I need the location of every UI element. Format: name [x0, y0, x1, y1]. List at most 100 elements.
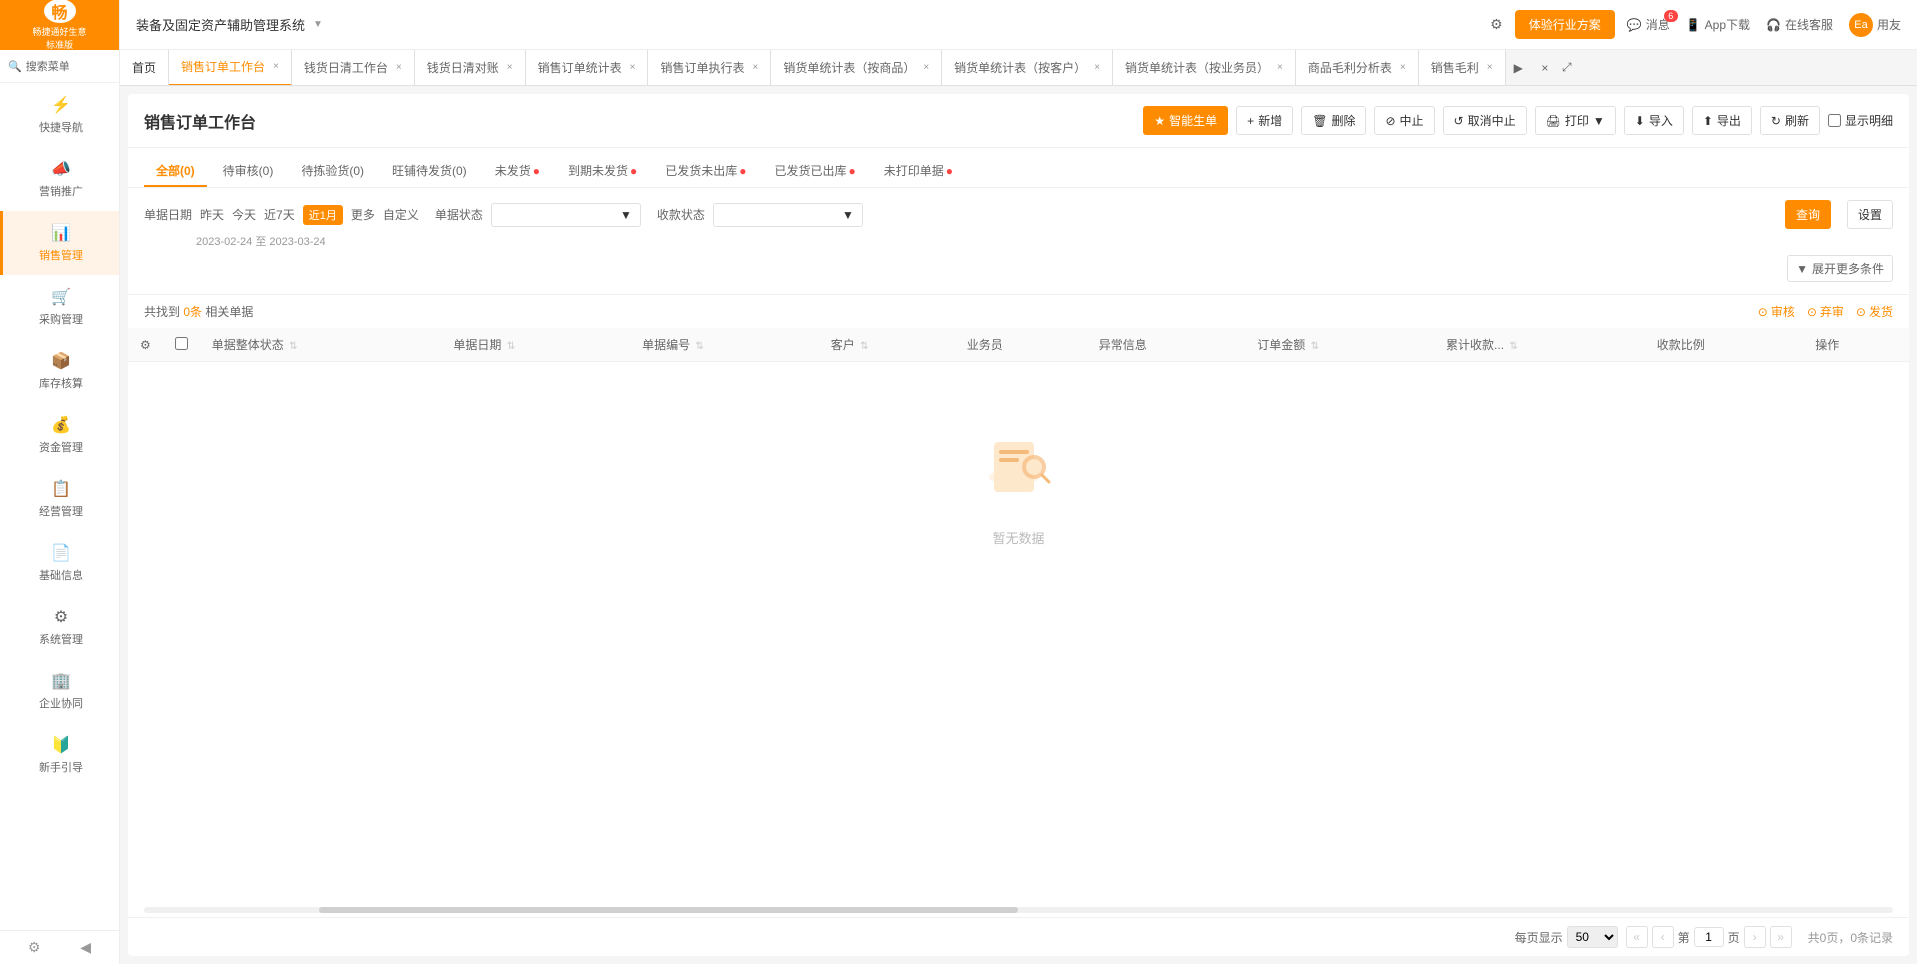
header-settings-icon[interactable]: ⚙ — [1490, 16, 1503, 33]
tab-cash-reconcile[interactable]: 钱货日清对账 × — [415, 50, 526, 86]
review-action[interactable]: ⊙ 审核 — [1758, 303, 1795, 320]
sub-tab-shipped-not-out[interactable]: 已发货未出库● — [653, 156, 758, 187]
sort-received-icon[interactable]: ⇅ — [1509, 341, 1517, 352]
sub-tab-pending-inspect[interactable]: 待拣验货(0) — [289, 156, 376, 187]
sidebar-item-finance[interactable]: 💰 资金管理 — [0, 403, 119, 467]
sidebar-item-operations[interactable]: 📋 经营管理 — [0, 467, 119, 531]
tab-sales-summary-staff[interactable]: 销货单统计表（按业务员） × — [1113, 50, 1296, 86]
tab-product-margin-close[interactable]: × — [1400, 62, 1406, 73]
status-filter: 单据状态 ▼ — [435, 203, 641, 227]
sort-customer-icon[interactable]: ⇅ — [860, 341, 868, 352]
date-option-custom[interactable]: 自定义 — [383, 206, 419, 223]
date-option-today[interactable]: 今天 — [232, 206, 256, 223]
col-settings[interactable]: ⚙ — [128, 328, 163, 362]
status-select[interactable]: ▼ — [491, 203, 641, 227]
payment-select[interactable]: ▼ — [713, 203, 863, 227]
filter-settings-button[interactable]: 设置 — [1847, 200, 1893, 229]
sort-number-icon[interactable]: ⇅ — [695, 341, 703, 352]
date-option-yesterday[interactable]: 昨天 — [200, 206, 224, 223]
tab-sales-exec[interactable]: 销售订单执行表 × — [648, 50, 771, 86]
tab-cash-daily[interactable]: 钱货日清工作台 × — [292, 50, 415, 86]
sub-tab-pending-review[interactable]: 待审核(0) — [211, 156, 286, 187]
sub-tab-wangpu-pending[interactable]: 旺铺待发货(0) — [380, 156, 479, 187]
delete-button[interactable]: 🗑 删除 — [1301, 106, 1366, 135]
page-input[interactable] — [1694, 927, 1724, 947]
date-option-more[interactable]: 更多 — [351, 206, 375, 223]
date-option-1month[interactable]: 近1月 — [303, 205, 343, 225]
expand-filter-button[interactable]: ▼ 展开更多条件 — [1787, 255, 1893, 282]
search-menu[interactable]: 🔍 搜索菜单 — [0, 50, 119, 83]
sidebar-item-sales[interactable]: 📊 销售管理 — [0, 211, 119, 275]
sidebar-settings-icon[interactable]: ⚙ — [28, 939, 41, 956]
message-item[interactable]: 💬 6 消息 — [1627, 16, 1670, 33]
user-item[interactable]: Ea 用友 — [1849, 13, 1901, 37]
sub-tab-shipped-out[interactable]: 已发货已出库● — [762, 156, 867, 187]
query-button[interactable]: 查询 — [1785, 200, 1831, 229]
sub-tab-overdue[interactable]: 到期未发货● — [556, 156, 649, 187]
tab-sales-more[interactable]: 销售毛利 × — [1419, 50, 1506, 86]
tab-product-margin[interactable]: 商品毛利分析表 × — [1296, 50, 1419, 86]
first-page-btn[interactable]: « — [1626, 926, 1648, 948]
smart-generate-button[interactable]: ★ 智能生单 — [1143, 106, 1228, 135]
tab-sales-more-close[interactable]: × — [1487, 62, 1493, 73]
date-option-7days[interactable]: 近7天 — [264, 206, 295, 223]
service-item[interactable]: 🎧 在线客服 — [1766, 16, 1833, 33]
show-detail-input[interactable] — [1828, 114, 1841, 127]
prev-page-btn[interactable]: ‹ — [1652, 926, 1674, 948]
per-page-select[interactable]: 50 10 20 100 — [1567, 926, 1618, 948]
tab-cash-daily-close[interactable]: × — [396, 62, 402, 73]
add-button[interactable]: + 新增 — [1236, 106, 1293, 135]
last-page-btn[interactable]: » — [1770, 926, 1792, 948]
app-download-item[interactable]: 📱 App下载 — [1686, 16, 1750, 33]
col-checkbox[interactable] — [163, 328, 200, 362]
tab-sales-stats-close[interactable]: × — [630, 62, 636, 73]
next-page-btn[interactable]: › — [1744, 926, 1766, 948]
cancel-stop-button[interactable]: ↺ 取消中止 — [1443, 106, 1527, 135]
ship-action[interactable]: ⊙ 发货 — [1856, 303, 1893, 320]
tab-sales-exec-close[interactable]: × — [752, 62, 758, 73]
tab-sales-summary-customer-close[interactable]: × — [1094, 62, 1100, 73]
export-button[interactable]: ⬆ 导出 — [1692, 106, 1752, 135]
tab-sales-summary-product-close[interactable]: × — [923, 62, 929, 73]
tab-action-maximize[interactable]: ⤢ — [1557, 58, 1577, 78]
print-button[interactable]: 🖨 打印 ▼ — [1535, 106, 1616, 135]
cancel-review-action[interactable]: ⊙ 弃审 — [1807, 303, 1844, 320]
tab-cash-reconcile-close[interactable]: × — [507, 62, 513, 73]
sidebar-item-system[interactable]: ⚙ 系统管理 — [0, 595, 119, 659]
sidebar-item-enterprise[interactable]: 🏢 企业协同 — [0, 659, 119, 723]
sub-tab-not-shipped[interactable]: 未发货● — [483, 156, 552, 187]
show-detail-checkbox[interactable]: 显示明细 — [1828, 112, 1893, 129]
sub-tab-not-printed[interactable]: 未打印单据● — [872, 156, 965, 187]
search-icon: 🔍 — [8, 60, 22, 73]
sub-tab-all[interactable]: 全部(0) — [144, 156, 207, 187]
tab-sales-summary-product[interactable]: 销货单统计表（按商品） × — [771, 50, 942, 86]
system-dropdown-icon[interactable]: ▼ — [313, 19, 323, 30]
sidebar-item-guide[interactable]: 🔰 新手引导 — [0, 723, 119, 787]
tab-home[interactable]: 首页 — [120, 50, 169, 86]
scroll-thumb[interactable] — [319, 907, 1019, 913]
sidebar-collapse-icon[interactable]: ◀ — [80, 939, 91, 956]
tab-more-button[interactable]: ▶ — [1506, 61, 1531, 75]
sidebar-item-quick-nav[interactable]: ⚡ 快捷导航 — [0, 83, 119, 147]
tab-sales-workbench-close[interactable]: × — [273, 61, 279, 72]
select-all-checkbox[interactable] — [175, 337, 188, 350]
tab-sales-workbench[interactable]: 销售订单工作台 × — [169, 50, 292, 86]
sort-date-icon[interactable]: ⇅ — [507, 341, 515, 352]
tab-action-prev[interactable]: × — [1535, 58, 1555, 78]
refresh-button[interactable]: ↻ 刷新 — [1760, 106, 1820, 135]
tab-sales-stats[interactable]: 销售订单统计表 × — [526, 50, 649, 86]
tab-sales-summary-staff-close[interactable]: × — [1277, 62, 1283, 73]
horizontal-scrollbar[interactable] — [128, 907, 1909, 917]
sidebar-item-purchase[interactable]: 🛒 采购管理 — [0, 275, 119, 339]
import-button[interactable]: ⬇ 导入 — [1624, 106, 1684, 135]
date-filter-label: 单据日期 — [144, 206, 192, 223]
sort-amount-icon[interactable]: ⇅ — [1311, 341, 1319, 352]
sidebar-item-basic-info[interactable]: 📄 基础信息 — [0, 531, 119, 595]
col-status: 单据整体状态 ⇅ — [200, 328, 442, 362]
stop-button[interactable]: ⊘ 中止 — [1374, 106, 1434, 135]
sidebar-item-inventory[interactable]: 📦 库存核算 — [0, 339, 119, 403]
experience-button[interactable]: 体验行业方案 — [1515, 10, 1615, 39]
sidebar-item-marketing[interactable]: 📣 营销推广 — [0, 147, 119, 211]
tab-sales-summary-customer[interactable]: 销货单统计表（按客户） × — [942, 50, 1113, 86]
sort-status-icon[interactable]: ⇅ — [289, 341, 297, 352]
